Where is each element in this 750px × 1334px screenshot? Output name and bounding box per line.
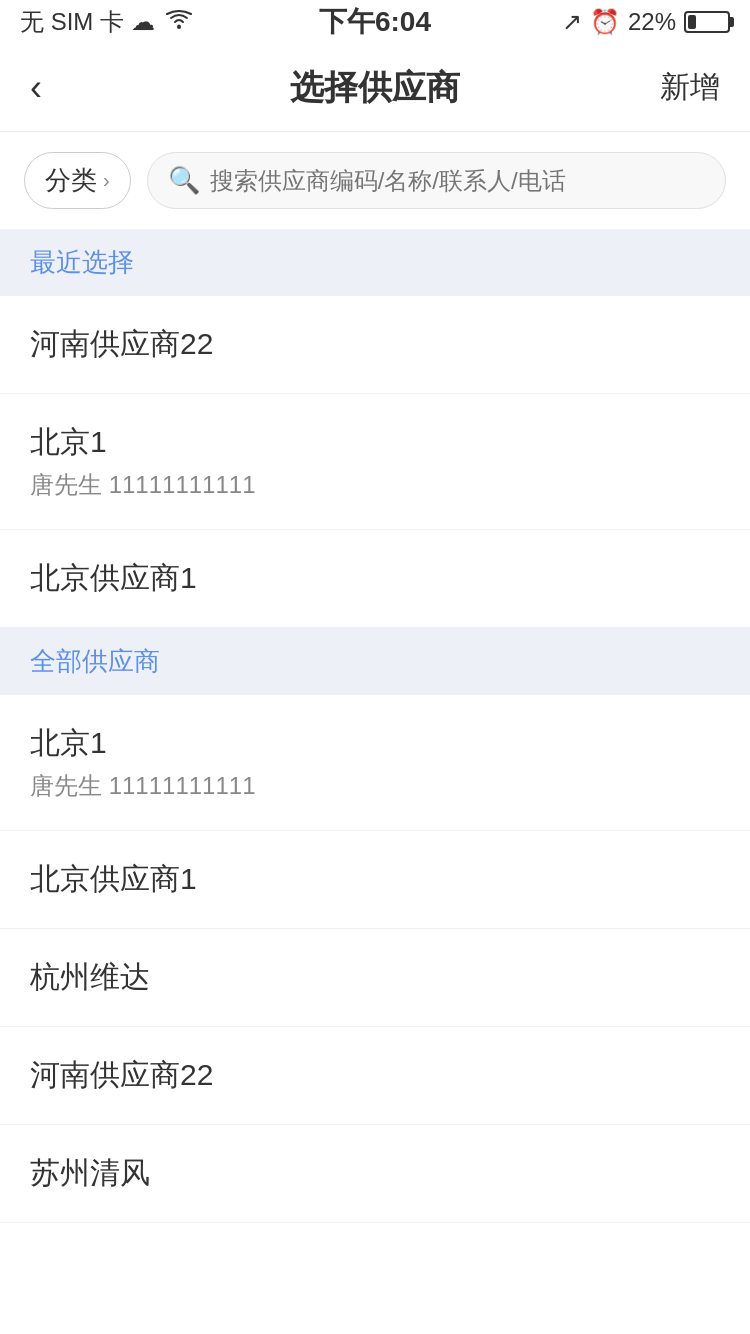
category-filter-button[interactable]: 分类 › bbox=[24, 152, 131, 209]
item-name: 北京供应商1 bbox=[30, 859, 720, 900]
battery-pct: 22% bbox=[628, 8, 676, 36]
back-button[interactable]: ‹ bbox=[30, 67, 90, 109]
status-bar: 无 SIM 卡 ☁ 下午6:04 ↗ ⏰ 22% bbox=[0, 0, 750, 44]
sections-container: 最近选择河南供应商22 北京1 唐先生 11111111111 北京供应商1 全部供应商… bbox=[0, 229, 750, 1223]
status-time: 下午6:04 bbox=[319, 3, 431, 41]
item-name: 北京1 bbox=[30, 422, 720, 463]
list-item[interactable]: 苏州清风 bbox=[0, 1125, 750, 1223]
list-item[interactable]: 河南供应商22 bbox=[0, 1027, 750, 1125]
item-name: 杭州维达 bbox=[30, 957, 720, 998]
list-item[interactable]: 北京1 唐先生 11111111111 bbox=[0, 394, 750, 530]
alarm-icon: ⏰ bbox=[590, 8, 620, 36]
section-header-0: 最近选择 bbox=[0, 229, 750, 296]
item-name: 河南供应商22 bbox=[30, 324, 720, 365]
battery-icon bbox=[684, 11, 730, 33]
chevron-right-icon: › bbox=[103, 169, 110, 192]
item-name: 苏州清风 bbox=[30, 1153, 720, 1194]
wifi-icon bbox=[165, 8, 193, 36]
page-title: 选择供应商 bbox=[290, 65, 460, 111]
list-item[interactable]: 北京供应商1 bbox=[0, 831, 750, 929]
list-item[interactable]: 河南供应商22 bbox=[0, 296, 750, 394]
status-right: ↗ ⏰ 22% bbox=[562, 8, 730, 36]
item-name: 北京1 bbox=[30, 723, 720, 764]
list-item[interactable]: 北京供应商1 bbox=[0, 530, 750, 628]
nav-bar: ‹ 选择供应商 新增 bbox=[0, 44, 750, 132]
location-icon: ↗ bbox=[562, 8, 582, 36]
add-button[interactable]: 新增 bbox=[660, 67, 720, 108]
item-sub: 唐先生 11111111111 bbox=[30, 770, 720, 802]
svg-point-0 bbox=[177, 25, 181, 29]
list-item[interactable]: 杭州维达 bbox=[0, 929, 750, 1027]
list-item[interactable]: 北京1 唐先生 11111111111 bbox=[0, 695, 750, 831]
item-sub: 唐先生 11111111111 bbox=[30, 469, 720, 501]
search-area: 分类 › 🔍 bbox=[0, 132, 750, 229]
section-header-1: 全部供应商 bbox=[0, 628, 750, 695]
item-name: 北京供应商1 bbox=[30, 558, 720, 599]
item-name: 河南供应商22 bbox=[30, 1055, 720, 1096]
search-box[interactable]: 🔍 bbox=[147, 152, 726, 209]
status-left: 无 SIM 卡 ☁ bbox=[20, 6, 193, 38]
sim-label: 无 SIM 卡 ☁ bbox=[20, 6, 155, 38]
category-label: 分类 bbox=[45, 163, 97, 198]
search-icon: 🔍 bbox=[168, 165, 200, 196]
search-input[interactable] bbox=[210, 167, 705, 195]
